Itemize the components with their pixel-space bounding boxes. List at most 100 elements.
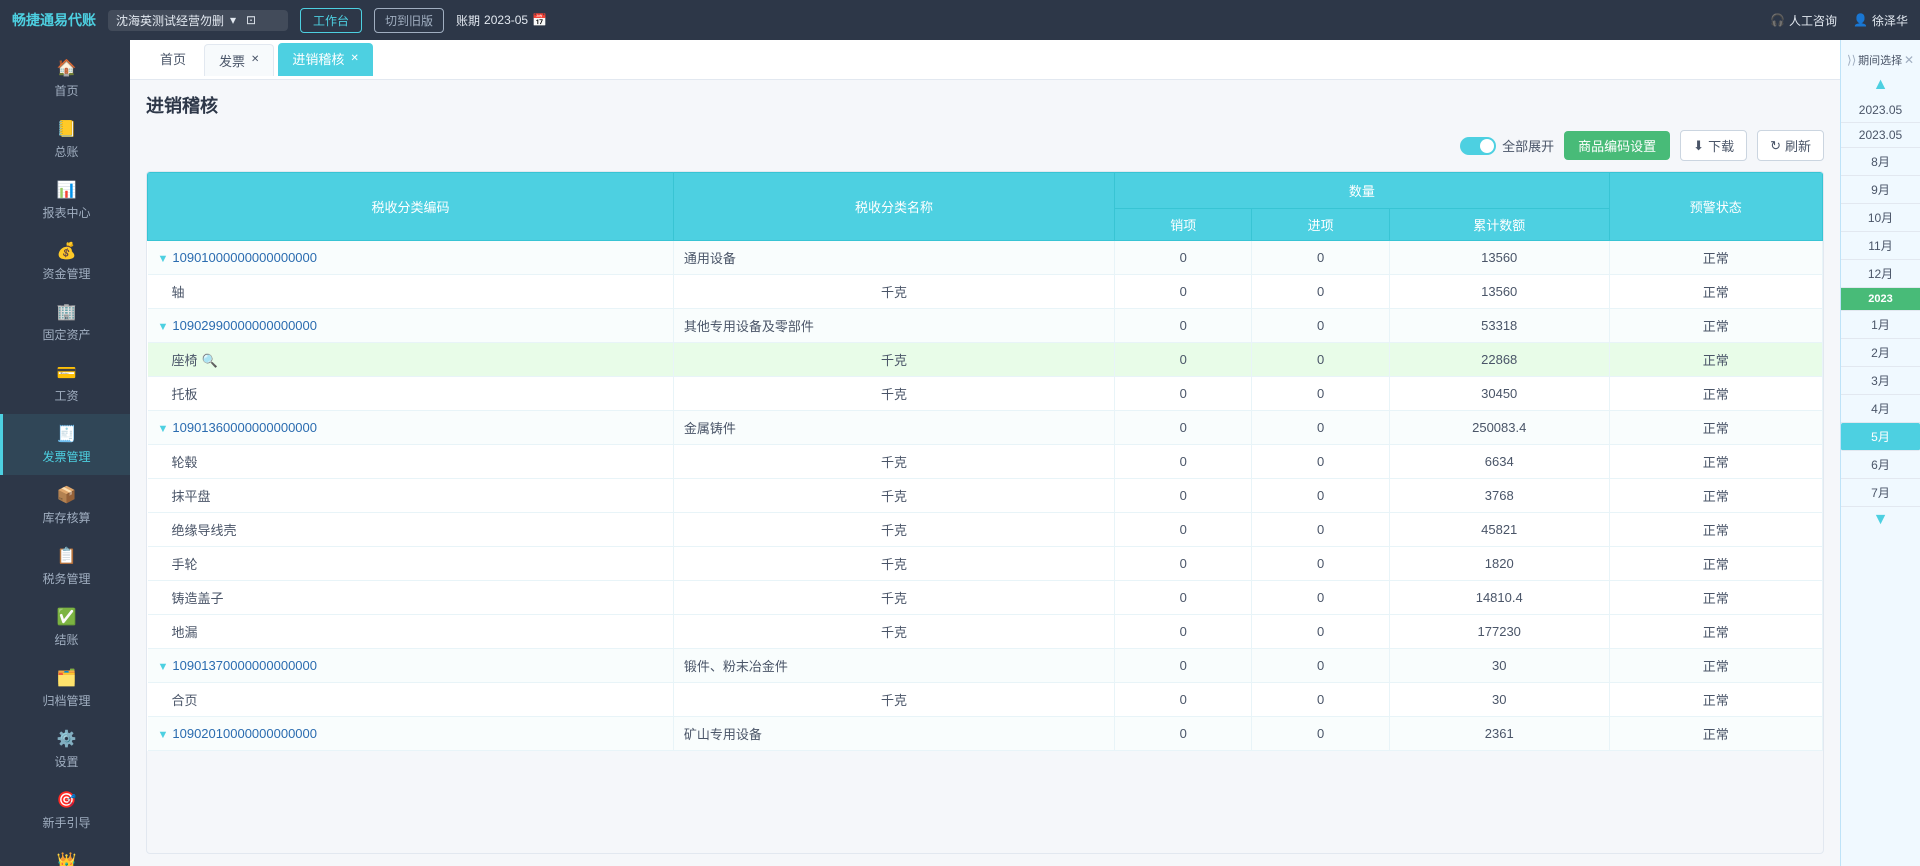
search-icon[interactable]: 🔍: [202, 353, 218, 368]
company-selector[interactable]: 沈海英测试经营勿删 ▾ ⊡: [108, 10, 288, 31]
expand-icon[interactable]: ▼: [158, 423, 169, 435]
period-item[interactable]: 10月: [1841, 204, 1920, 232]
tax-code-cell: ▼10901000000000000000: [148, 241, 674, 275]
period-item[interactable]: 11月: [1841, 232, 1920, 260]
purchase-qty-cell: 0: [1252, 547, 1389, 581]
expand-icon[interactable]: ▼: [158, 729, 169, 741]
item-name-cell: 轮毂: [148, 445, 674, 479]
vip-icon: 👑: [57, 851, 77, 866]
sidebar-item-home[interactable]: 🏠 首页: [0, 48, 130, 109]
refresh-button[interactable]: ↻ 刷新: [1757, 130, 1824, 161]
sidebar-item-checkout[interactable]: ✅ 结账: [0, 597, 130, 658]
period-item[interactable]: 2023.05: [1841, 123, 1920, 148]
purchase-qty-cell: 0: [1252, 615, 1389, 649]
sidebar-item-label: 工资: [54, 387, 78, 404]
checkout-icon: ✅: [57, 607, 77, 627]
sidebar-item-settings[interactable]: ⚙️ 设置: [0, 719, 130, 780]
period-item[interactable]: 2月: [1841, 339, 1920, 367]
sidebar-item-label: 库存核算: [42, 509, 90, 526]
sidebar-item-payroll[interactable]: 💳 工资: [0, 353, 130, 414]
expand-panel-icon[interactable]: ⟩⟩: [1847, 53, 1856, 67]
reports-icon: 📊: [57, 180, 77, 200]
purchase-qty-cell: 0: [1252, 241, 1389, 275]
col-purchase-qty: 进项: [1252, 209, 1389, 241]
sidebar-item-tax[interactable]: 📋 税务管理: [0, 536, 130, 597]
company-name: 沈海英测试经营勿删: [116, 12, 224, 29]
period-item[interactable]: 8月: [1841, 148, 1920, 176]
period-item[interactable]: 7月: [1841, 479, 1920, 507]
expand-icon[interactable]: ▼: [158, 661, 169, 673]
toggle-knob: [1480, 139, 1494, 153]
sidebar-item-reports[interactable]: 📊 报表中心: [0, 170, 130, 231]
period-item[interactable]: 5月: [1841, 423, 1920, 451]
content-area: 首页 发票 ✕ 进销稽核 ✕ 进销稽核 全部展开: [130, 40, 1840, 866]
scroll-up-button[interactable]: ▲: [1869, 72, 1893, 98]
sidebar-item-invoice[interactable]: 🧾 发票管理: [0, 414, 130, 475]
status-cell: 正常: [1609, 377, 1822, 411]
period-item[interactable]: 3月: [1841, 367, 1920, 395]
sale-qty-cell: 0: [1115, 717, 1252, 751]
main-layout: 🏠 首页 📒 总账 📊 报表中心 💰 资金管理 🏢 固定资产 💳 工资 🧾 发票…: [0, 40, 1920, 866]
col-total-qty: 累计数额: [1389, 209, 1609, 241]
sale-qty-cell: 0: [1115, 615, 1252, 649]
sidebar-item-label: 归档管理: [42, 692, 90, 709]
sidebar-item-assets[interactable]: 🏢 固定资产: [0, 292, 130, 353]
workbench-button[interactable]: 工作台: [300, 8, 362, 33]
table-row: ▼10902010000000000000 矿山专用设备 0 0 2361 正常: [148, 717, 1823, 751]
sidebar-item-ledger[interactable]: 📒 总账: [0, 109, 130, 170]
tab-invoice[interactable]: 发票 ✕: [204, 44, 274, 76]
invoice-icon: 🧾: [57, 424, 77, 444]
sidebar-item-archive[interactable]: 🗂️ 归档管理: [0, 658, 130, 719]
col-tax-name: 税收分类名称: [673, 173, 1114, 241]
user-profile[interactable]: 👤 徐泽华: [1853, 12, 1908, 29]
period-item[interactable]: 4月: [1841, 395, 1920, 423]
toggle-switch[interactable]: [1460, 137, 1496, 155]
avatar-icon: 👤: [1853, 13, 1868, 27]
sale-qty-cell: 0: [1115, 411, 1252, 445]
support-button[interactable]: 🎧 人工咨询: [1770, 12, 1837, 29]
status-cell: 正常: [1609, 309, 1822, 343]
status-cell: 正常: [1609, 717, 1822, 751]
period-item[interactable]: 12月: [1841, 260, 1920, 288]
total-qty-cell: 22868: [1389, 343, 1609, 377]
sidebar-item-label: 报表中心: [42, 204, 90, 221]
panel-header: ⟩⟩ 期间选择 ✕: [1841, 48, 1920, 72]
unit-cell: 千克: [673, 479, 1114, 513]
calendar-icon[interactable]: 📅: [532, 13, 547, 27]
sidebar-item-inventory[interactable]: 📦 库存核算: [0, 475, 130, 536]
status-cell: 正常: [1609, 445, 1822, 479]
tab-bar: 首页 发票 ✕ 进销稽核 ✕: [130, 40, 1840, 80]
expand-all-toggle[interactable]: 全部展开: [1460, 136, 1554, 155]
product-code-button[interactable]: 商品编码设置: [1564, 131, 1670, 160]
status-cell: 正常: [1609, 275, 1822, 309]
expand-icon[interactable]: ▼: [158, 253, 169, 265]
close-icon[interactable]: ✕: [350, 54, 358, 64]
period-item[interactable]: 6月: [1841, 451, 1920, 479]
period-item[interactable]: 1月: [1841, 311, 1920, 339]
tab-home[interactable]: 首页: [146, 43, 200, 76]
period-item[interactable]: 2023.05: [1841, 98, 1920, 123]
sidebar-item-vip[interactable]: 👑 畅会员: [0, 841, 130, 866]
table-row: 手轮 千克 0 0 1820 正常: [148, 547, 1823, 581]
sidebar-item-guide[interactable]: 🎯 新手引导: [0, 780, 130, 841]
table-row: 座椅🔍 千克 0 0 22868 正常: [148, 343, 1823, 377]
unit-cell: 千克: [673, 445, 1114, 479]
old-version-button[interactable]: 切到旧版: [374, 8, 444, 33]
purchase-qty-cell: 0: [1252, 309, 1389, 343]
col-warning: 预警状态: [1609, 173, 1822, 241]
period-item[interactable]: 9月: [1841, 176, 1920, 204]
panel-title: 期间选择: [1858, 52, 1902, 68]
period-list: 2023.052023.058月9月10月11月12月20231月2月3月4月5…: [1841, 98, 1920, 507]
status-cell: 正常: [1609, 241, 1822, 275]
expand-icon[interactable]: ▼: [158, 321, 169, 333]
tab-label: 发票: [219, 51, 245, 70]
close-icon[interactable]: ✕: [251, 55, 259, 65]
scroll-down-button[interactable]: ▼: [1869, 507, 1893, 533]
sidebar-item-funds[interactable]: 💰 资金管理: [0, 231, 130, 292]
period-item[interactable]: 2023: [1841, 288, 1920, 311]
home-icon: 🏠: [57, 58, 77, 78]
status-cell: 正常: [1609, 343, 1822, 377]
tab-reconcile[interactable]: 进销稽核 ✕: [278, 43, 372, 76]
close-panel-icon[interactable]: ✕: [1904, 53, 1914, 67]
download-button[interactable]: ⬇ 下载: [1680, 130, 1747, 161]
